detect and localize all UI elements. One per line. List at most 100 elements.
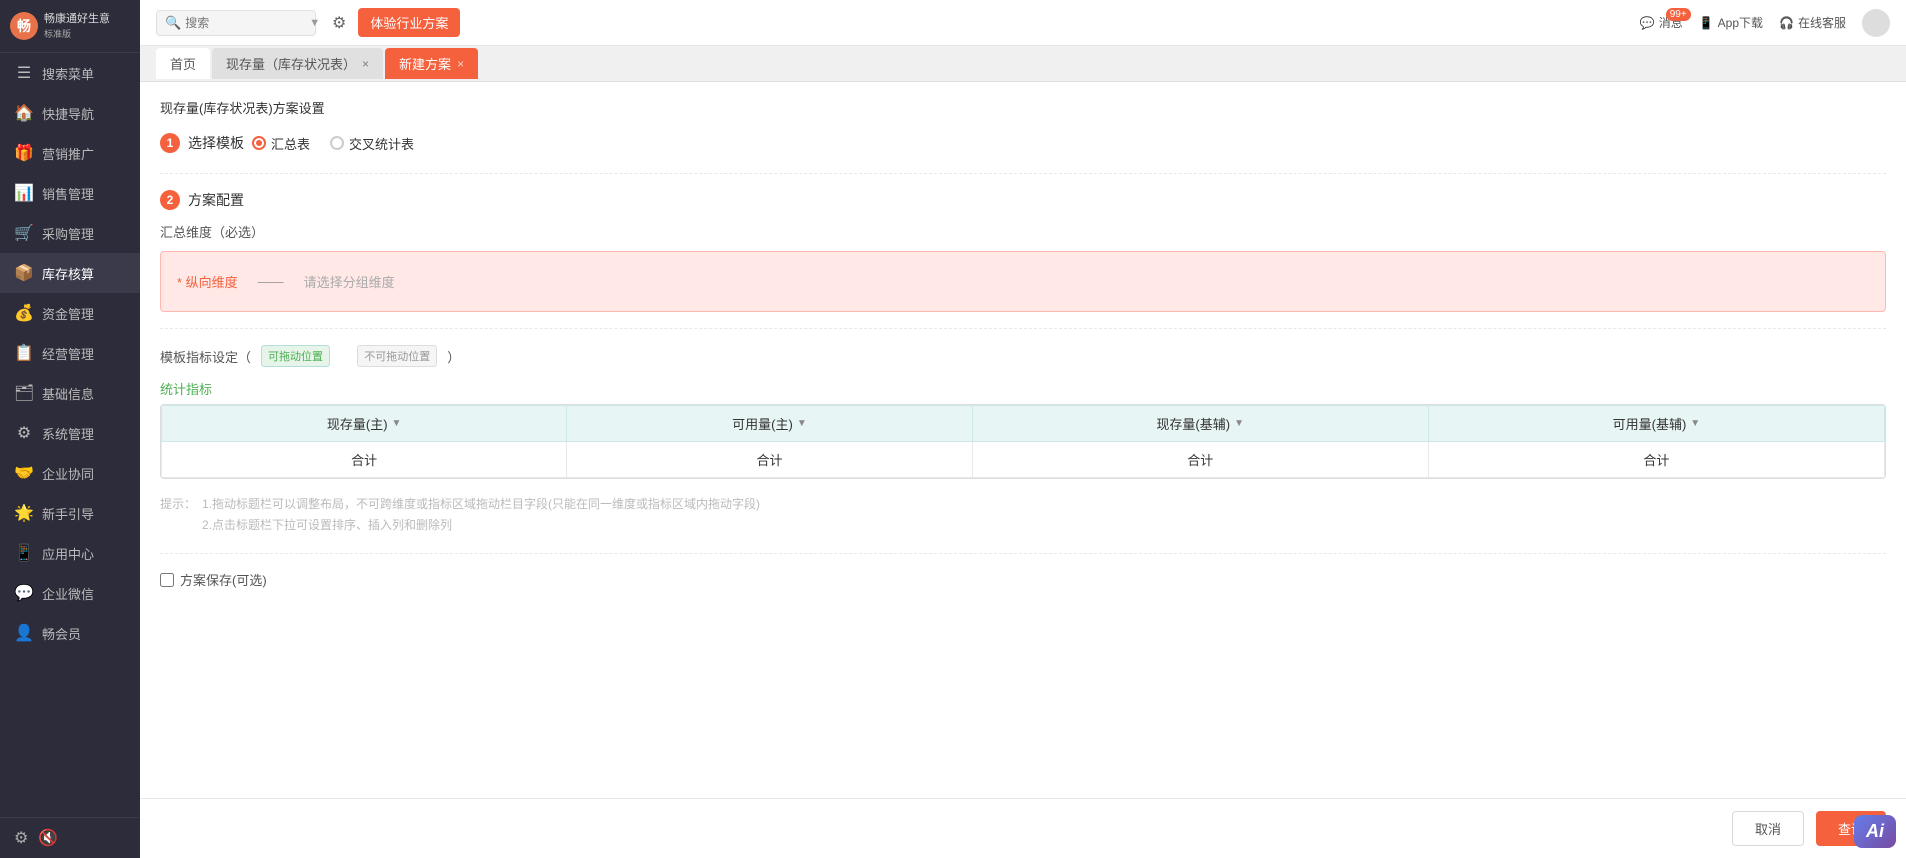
sidebar-item-wechat-label: 企业微信 bbox=[42, 584, 94, 603]
tip-text-1: 2.点击标题栏下拉可设置排序、插入列和删除列 bbox=[202, 516, 452, 533]
folder-icon: 🗂 bbox=[14, 383, 34, 403]
sidebar-bottom: ⚙ 🔇 bbox=[0, 817, 140, 858]
sidebar-item-finance[interactable]: 💰 资金管理 bbox=[0, 293, 140, 333]
table-header-3-dropdown-icon[interactable]: ▼ bbox=[1690, 418, 1700, 429]
sidebar-item-sales-label: 销售管理 bbox=[42, 184, 94, 203]
sidebar-item-marketing[interactable]: 🎁 营销推广 bbox=[0, 133, 140, 173]
stats-section-title: 统计指标 bbox=[160, 379, 1886, 398]
sidebar-item-app-center[interactable]: 📱 应用中心 bbox=[0, 533, 140, 573]
table-header-2[interactable]: 现存量(基辅) ▼ bbox=[972, 406, 1428, 442]
page-content: 现存量(库存状况表)方案设置 1 选择模板 汇总表 bbox=[140, 82, 1906, 798]
app-download-button[interactable]: 📱 App下载 bbox=[1699, 14, 1763, 31]
tab-new-plan-label: 新建方案 bbox=[399, 54, 451, 73]
search-dropdown-icon[interactable]: ▼ bbox=[309, 17, 320, 29]
header-gear-icon[interactable]: ⚙ bbox=[332, 13, 346, 33]
table-header-3[interactable]: 可用量(基辅) ▼ bbox=[1428, 406, 1884, 442]
radio-summary-dot bbox=[252, 136, 266, 150]
home-icon: 🏠 bbox=[14, 103, 34, 123]
required-area: * 纵向维度 —— 请选择分组维度 bbox=[160, 251, 1886, 312]
tip-item-0: 提示： 1.拖动标题栏可以调整布局，不可跨维度或指标区域拖动栏目字段(只能在同一… bbox=[160, 495, 1886, 512]
tab-new-plan-close-icon[interactable]: × bbox=[457, 57, 464, 71]
sidebar-item-cooperation-label: 企业协同 bbox=[42, 464, 94, 483]
box-icon: 📦 bbox=[14, 263, 34, 283]
sidebar-item-operations[interactable]: 📋 经营管理 bbox=[0, 333, 140, 373]
page-title: 现存量(库存状况表)方案设置 bbox=[160, 98, 1886, 117]
cart-icon: 🛒 bbox=[14, 223, 34, 243]
sidebar-item-operations-label: 经营管理 bbox=[42, 344, 94, 363]
content-area: 现存量(库存状况表)方案设置 1 选择模板 汇总表 bbox=[140, 82, 1906, 798]
chart-icon: 📊 bbox=[14, 183, 34, 203]
ai-badge[interactable]: Ai bbox=[1854, 815, 1896, 848]
sidebar-item-quick-nav[interactable]: 🏠 快捷导航 bbox=[0, 93, 140, 133]
handshake-icon: 🤝 bbox=[14, 463, 34, 483]
sidebar-item-sales[interactable]: 📊 销售管理 bbox=[0, 173, 140, 213]
search-bar[interactable]: 🔍 ▼ bbox=[156, 10, 316, 36]
table-header-2-label: 现存量(基辅) bbox=[1156, 414, 1230, 433]
save-checkbox[interactable] bbox=[160, 573, 174, 587]
dimension-label: 汇总维度（必选） bbox=[160, 222, 1886, 241]
sidebar-item-new-guide[interactable]: 🌟 新手引导 bbox=[0, 493, 140, 533]
sidebar-item-basics[interactable]: 🗂 基础信息 bbox=[0, 373, 140, 413]
user-icon: 👤 bbox=[14, 623, 34, 643]
online-service-button[interactable]: 🎧 在线客服 bbox=[1779, 14, 1846, 31]
sidebar-item-quick-nav-label: 快捷导航 bbox=[42, 104, 94, 123]
header-right: 💬 消息 99+ 📱 App下载 🎧 在线客服 bbox=[1640, 9, 1890, 37]
table-cell-0-1: 合计 bbox=[567, 442, 972, 478]
radio-cross-dot bbox=[330, 136, 344, 150]
phone-icon: 📱 bbox=[14, 543, 34, 563]
table-header-0-dropdown-icon[interactable]: ▼ bbox=[392, 418, 402, 429]
table-header-1-dropdown-icon[interactable]: ▼ bbox=[797, 418, 807, 429]
tip-item-1: 提示： 2.点击标题栏下拉可设置排序、插入列和删除列 bbox=[160, 516, 1886, 533]
tip-text-0: 1.拖动标题栏可以调整布局，不可跨维度或指标区域拖动栏目字段(只能在同一维度或指… bbox=[202, 495, 760, 512]
tab-new-plan[interactable]: 新建方案 × bbox=[385, 48, 478, 79]
headset-icon: 🎧 bbox=[1779, 16, 1794, 30]
table-header-0[interactable]: 现存量(主) ▼ bbox=[162, 406, 567, 442]
sidebar-item-new-guide-label: 新手引导 bbox=[42, 504, 94, 523]
chat-icon: 💬 bbox=[14, 583, 34, 603]
search-input[interactable] bbox=[185, 16, 305, 30]
sidebar-item-member[interactable]: 👤 畅会员 bbox=[0, 613, 140, 653]
radio-cross[interactable]: 交叉统计表 bbox=[330, 134, 414, 153]
table-cell-0-2: 合计 bbox=[972, 442, 1428, 478]
messages-button[interactable]: 💬 消息 99+ bbox=[1640, 14, 1683, 31]
step2-header: 2 方案配置 bbox=[160, 190, 1886, 210]
tab-inventory-status-close-icon[interactable]: × bbox=[362, 57, 369, 71]
sidebar-nav: ☰ 搜索菜单 🏠 快捷导航 🎁 营销推广 📊 销售管理 🛒 采购管理 📦 库存核… bbox=[0, 53, 140, 817]
cancel-button[interactable]: 取消 bbox=[1732, 811, 1804, 846]
radio-summary[interactable]: 汇总表 bbox=[252, 134, 310, 153]
sidebar-item-marketing-label: 营销推广 bbox=[42, 144, 94, 163]
table-cell-0-0: 合计 bbox=[162, 442, 567, 478]
sidebar-item-system[interactable]: ⚙ 系统管理 bbox=[0, 413, 140, 453]
avatar bbox=[1862, 9, 1890, 37]
header: 🔍 ▼ ⚙ 体验行业方案 💬 消息 99+ 📱 App下载 🎧 在线客服 bbox=[140, 0, 1906, 46]
sidebar-item-purchase[interactable]: 🛒 采购管理 bbox=[0, 213, 140, 253]
table-header-2-dropdown-icon[interactable]: ▼ bbox=[1234, 418, 1244, 429]
sidebar-item-inventory-label: 库存核算 bbox=[42, 264, 94, 283]
table-row: 合计 合计 合计 合计 bbox=[162, 442, 1885, 478]
sound-icon[interactable]: 🔇 bbox=[38, 828, 58, 848]
trial-button[interactable]: 体验行业方案 bbox=[358, 8, 460, 37]
sidebar-item-inventory[interactable]: 📦 库存核算 bbox=[0, 253, 140, 293]
required-field-label: * 纵向维度 bbox=[177, 272, 238, 291]
sidebar-item-wechat[interactable]: 💬 企业微信 bbox=[0, 573, 140, 613]
table-header-0-label: 现存量(主) bbox=[327, 414, 388, 433]
app-edition: 标准版 bbox=[44, 27, 110, 40]
settings-bottom-icon[interactable]: ⚙ bbox=[14, 828, 28, 848]
sidebar-item-search-menu[interactable]: ☰ 搜索菜单 bbox=[0, 53, 140, 93]
bottom-bar: 取消 查询 bbox=[140, 798, 1906, 858]
search-icon: 🔍 bbox=[165, 15, 181, 31]
download-icon: 📱 bbox=[1699, 16, 1714, 30]
table-header-3-label: 可用量(基辅) bbox=[1613, 414, 1687, 433]
sidebar-item-cooperation[interactable]: 🤝 企业协同 bbox=[0, 453, 140, 493]
step2-title: 方案配置 bbox=[188, 190, 244, 210]
tab-home[interactable]: 首页 bbox=[156, 48, 210, 79]
table-header-1[interactable]: 可用量(主) ▼ bbox=[567, 406, 972, 442]
sidebar-item-purchase-label: 采购管理 bbox=[42, 224, 94, 243]
step1-title: 选择模板 bbox=[188, 133, 244, 153]
sidebar-logo: 畅 畅康通好生意 标准版 bbox=[0, 0, 140, 53]
sidebar-item-basics-label: 基础信息 bbox=[42, 384, 94, 403]
tab-inventory-status[interactable]: 现存量（库存状况表） × bbox=[212, 48, 383, 79]
star-icon: 🌟 bbox=[14, 503, 34, 523]
step2-section: 2 方案配置 汇总维度（必选） * 纵向维度 —— 请选择分组维度 模板指标设定… bbox=[160, 190, 1886, 533]
tip-prefix-0: 提示： bbox=[160, 495, 196, 512]
